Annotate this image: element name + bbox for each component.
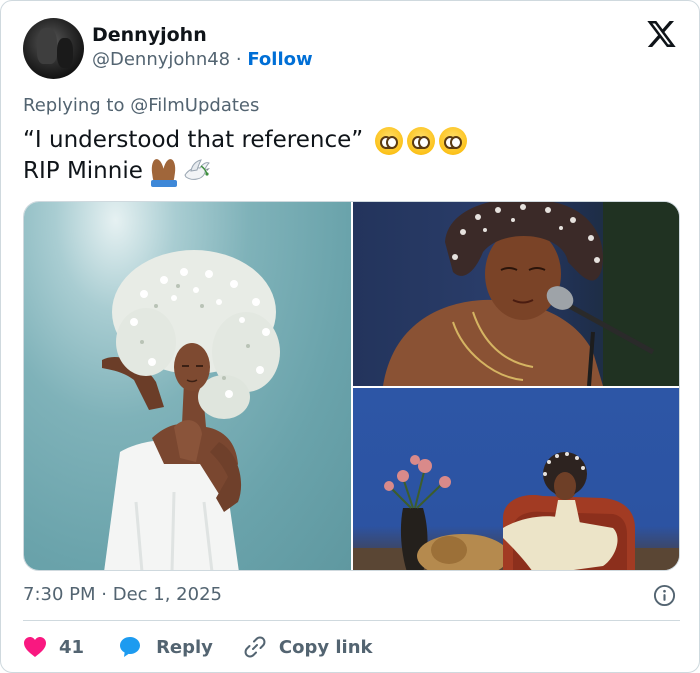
tweet-date: Dec 1, 2025 — [112, 584, 222, 605]
x-logo-icon[interactable] — [647, 21, 676, 47]
pleading-face-emoji — [439, 126, 468, 155]
author-display-name[interactable]: Dennyjohn — [92, 24, 207, 46]
reply-context: Replying to @FilmUpdates — [23, 95, 259, 116]
reply-mention-link[interactable]: @FilmUpdates — [130, 95, 259, 116]
singer-at-microphone-photo[interactable] — [353, 202, 679, 386]
speech-bubble-icon — [120, 637, 141, 657]
heart-icon — [24, 637, 46, 657]
like-button[interactable]: 41 — [23, 636, 84, 658]
info-icon[interactable] — [653, 584, 676, 607]
pleading-face-emoji — [407, 126, 436, 155]
album-cover-photo[interactable] — [353, 388, 679, 570]
reply-context-prefix: Replying to — [23, 95, 125, 116]
reply-label: Reply — [156, 636, 213, 658]
reply-button[interactable]: Reply — [118, 635, 213, 659]
woman-with-flower-afro-photo[interactable] — [24, 202, 351, 570]
divider — [23, 620, 680, 621]
handle-separator: · — [235, 49, 242, 70]
tweet-text: “I understood that reference” RIP Minnie — [23, 125, 468, 187]
tweet-text-line-1-text: “I understood that reference” — [23, 127, 364, 153]
dove-emoji — [184, 158, 210, 180]
author-handle[interactable]: @Dennyjohn48 — [92, 49, 230, 70]
like-count: 41 — [59, 636, 85, 658]
tweet-timestamp[interactable]: 7:30 PM · Dec 1, 2025 — [23, 584, 222, 605]
folded-hands-emoji — [150, 157, 177, 187]
copy-link-button[interactable]: Copy link — [243, 635, 373, 659]
tweet-time: 7:30 PM — [23, 584, 96, 605]
timestamp-separator: · — [101, 584, 107, 605]
pleading-face-emoji — [375, 126, 404, 155]
tweet-text-line-1: “I understood that reference” — [23, 125, 468, 156]
follow-button[interactable]: Follow — [247, 49, 312, 70]
copy-link-label: Copy link — [278, 636, 373, 658]
author-handle-line: @Dennyjohn48 · Follow — [92, 49, 313, 70]
media-grid — [23, 201, 680, 571]
action-bar: 41 Reply Copy link — [23, 631, 373, 663]
tweet-text-line-2: RIP Minnie — [23, 156, 467, 187]
embedded-tweet-card: Dennyjohn @Dennyjohn48 · Follow Replying… — [0, 0, 700, 673]
tweet-text-line-2-text: RIP Minnie — [23, 158, 143, 184]
link-icon — [244, 636, 266, 658]
avatar[interactable] — [23, 18, 84, 79]
